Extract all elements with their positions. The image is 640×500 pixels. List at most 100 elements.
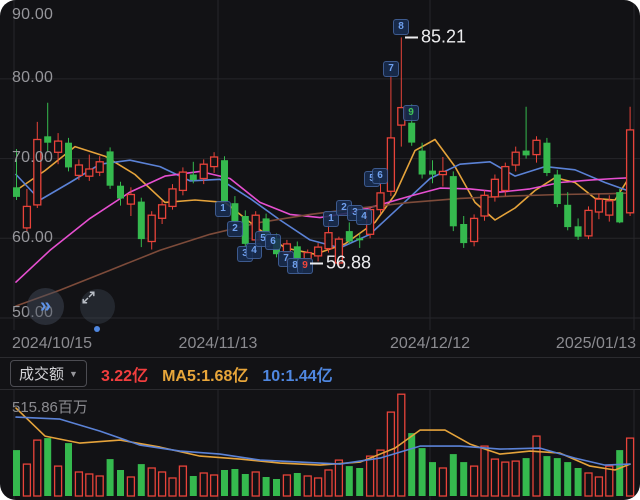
volume-bar-up [584, 472, 593, 497]
volume-bar-up [209, 474, 219, 497]
ma-brown [15, 192, 633, 307]
volume-bar-down [429, 462, 436, 496]
volume-bar-up [22, 463, 32, 497]
volume-bar-down [106, 459, 114, 496]
candle-body-down [574, 226, 582, 237]
double-chevron-right-icon: » [39, 294, 52, 317]
candle-body-up [501, 165, 510, 192]
volume-bar-down [273, 479, 280, 496]
candle-body-up [178, 171, 188, 192]
candle-body-up [209, 156, 219, 168]
volume-bar-up [469, 465, 479, 497]
price-chart-pane[interactable]: 90.0080.0070.0060.0050.00 12345678912345… [0, 0, 640, 332]
low-price-label: 56.88 [326, 252, 372, 273]
volume-bar-down [293, 473, 301, 496]
candle-body-down [564, 204, 572, 228]
candlestick-chart[interactable] [0, 0, 640, 330]
volume-bar-down [117, 470, 124, 496]
volume-bar-down [231, 469, 239, 496]
candle-body-up [386, 137, 396, 192]
candle-body-down [449, 176, 457, 227]
candle-body-down [408, 122, 416, 143]
expand-icon [82, 291, 95, 304]
volume-bar-down [449, 454, 457, 496]
signal-badge-4: 4 [356, 209, 372, 225]
indicator-name: 成交额 [19, 366, 65, 383]
volume-bar-up [490, 458, 500, 497]
signal-badge-1: 1 [215, 201, 231, 217]
high-price-annotation: 85.21 [405, 27, 466, 48]
volume-bar-down [616, 450, 624, 496]
candle-body-down [543, 142, 551, 173]
date-axis: 2024/10/15 2024/11/13 2024/12/12 2025/01/13 [0, 330, 640, 358]
volume-bar-up [53, 465, 63, 497]
candle-body-up [490, 178, 500, 198]
candle-body-up [147, 214, 156, 243]
y-axis-label: 80.00 [12, 69, 54, 86]
candle-body-up [53, 140, 63, 153]
candle-body-down [460, 224, 468, 244]
volume-bar-up [334, 459, 344, 497]
volume-bar-up [313, 477, 323, 497]
volume-bar-up [178, 465, 188, 497]
volume-bar-up [168, 477, 177, 497]
candle-body-down [356, 238, 364, 241]
volume-bar-up [532, 435, 541, 497]
volume-chart-pane[interactable]: 515.86百万 [0, 390, 640, 500]
x-axis-label: 2024/11/13 [178, 334, 258, 352]
candle-body-down [616, 192, 624, 223]
volume-ma5-value: MA5:1.68亿 [162, 367, 249, 385]
candle-body-down [44, 136, 52, 143]
volume-bar-up [480, 445, 489, 497]
annotation-dash [405, 36, 418, 39]
candle-body-up [469, 217, 479, 243]
fullscreen-button[interactable] [80, 289, 115, 324]
volume-bar-up [157, 471, 167, 497]
signal-badge-7: 7 [383, 61, 399, 77]
indicator-selector[interactable]: 成交额 ▼ [10, 360, 87, 387]
caret-down-icon: ▼ [69, 368, 78, 379]
volume-bar-up [33, 439, 42, 497]
y-axis-label: 60.00 [12, 229, 54, 246]
x-axis-label: 2025/01/13 [555, 334, 636, 352]
volume-bar-down [137, 464, 145, 496]
candle-body-down [221, 160, 228, 202]
candle-body-up [605, 200, 614, 216]
volume-bar-up [594, 476, 604, 497]
volume-bar-up [303, 475, 312, 497]
high-price-label: 85.21 [421, 26, 467, 47]
candle-body-up [85, 168, 94, 177]
volume-bar-up [95, 475, 104, 497]
volume-bar-up [74, 471, 84, 497]
candle-body-down [137, 201, 145, 240]
y-axis-label: 90.00 [12, 6, 54, 23]
notification-dot [94, 326, 100, 332]
candle-body-up [584, 209, 593, 237]
volume-bar-down [65, 443, 72, 496]
x-axis-label: 2024/10/15 [12, 334, 93, 352]
annotation-dash [310, 262, 323, 265]
volume-axis-max-label: 515.86百万 [12, 399, 88, 416]
expand-drawer-button[interactable]: » [27, 288, 64, 325]
volume-bar-down [356, 468, 364, 496]
candle-body-down [553, 174, 561, 204]
candle-body-up [157, 204, 167, 219]
candle-body-up [511, 151, 520, 166]
volume-bar-down [189, 476, 197, 496]
volume-bar-up [85, 473, 94, 497]
candle-body-up [480, 194, 489, 217]
volume-bar-down [543, 456, 551, 496]
turnover-value: 3.22亿 [100, 367, 149, 385]
volume-bar-up [605, 465, 614, 497]
volume-chart[interactable] [0, 390, 640, 500]
volume-bar-up [625, 437, 635, 497]
candle-body-down [429, 170, 436, 175]
volume-indicator-header: 成交额 ▼ 3.22亿 MA5:1.68亿 10:1.44亿 [0, 358, 640, 390]
volume-bar-down [44, 438, 52, 496]
candle-body-up [126, 193, 136, 205]
volume-bar-up [126, 476, 136, 497]
candle-body-up [22, 205, 32, 229]
volume-bar-down [262, 477, 270, 496]
volume-bar-down [522, 458, 530, 496]
candle-body-down [106, 151, 114, 186]
